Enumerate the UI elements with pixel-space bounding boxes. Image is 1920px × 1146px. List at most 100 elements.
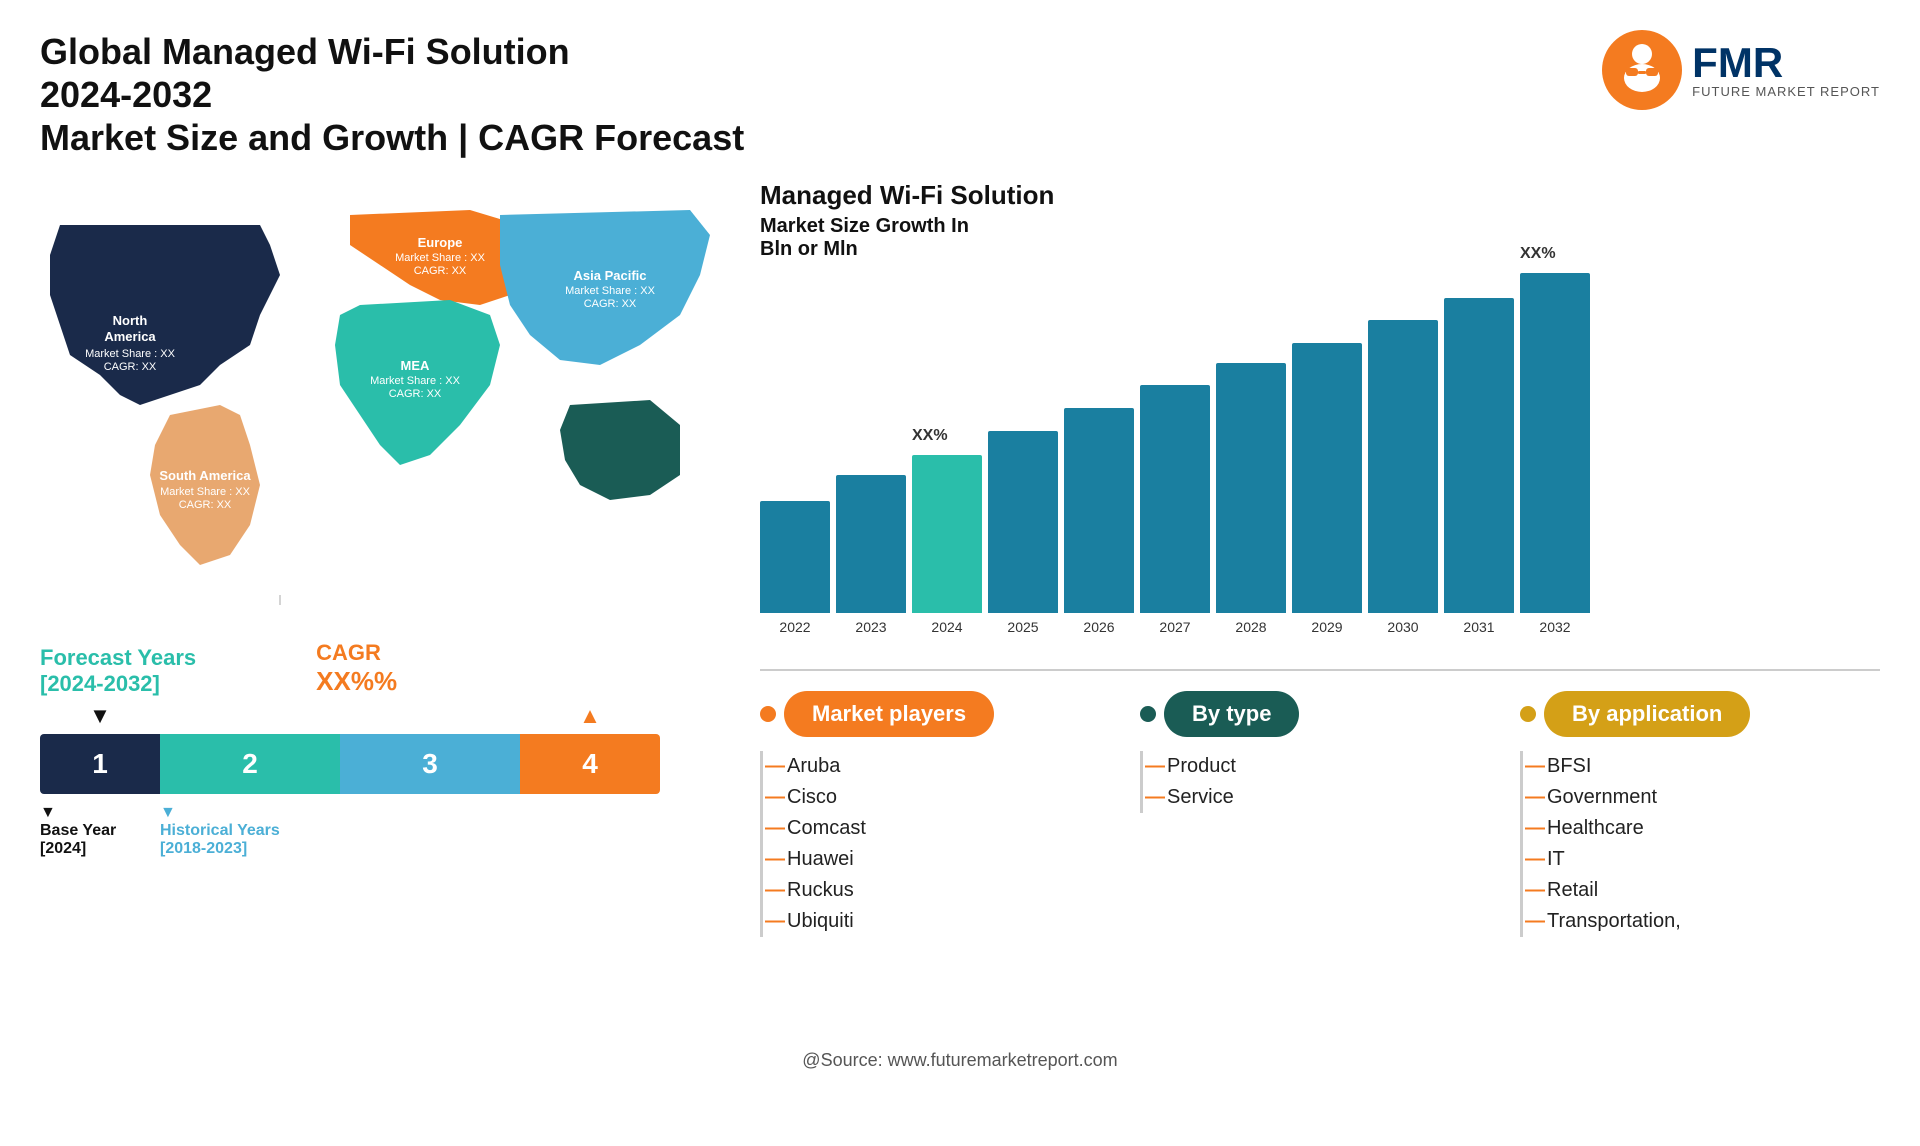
by-application-item: Transportation, [1533,906,1880,937]
bar-column-2031: 2031 [1444,298,1514,639]
forecast-label: Forecast Years [2024-2032] [40,645,196,697]
svg-text:Europe: Europe [418,235,463,250]
bar-column-2022: 2022 [760,501,830,639]
bar-year-2023: 2023 [855,619,886,635]
logo-icon [1602,30,1682,110]
by-application-item: Retail [1533,875,1880,906]
bar-year-2032: 2032 [1539,619,1570,635]
by-type-item: Service [1153,782,1500,813]
bar-year-2022: 2022 [779,619,810,635]
by-application-item: Government [1533,782,1880,813]
bar-rect-2028 [1216,363,1286,613]
bar-year-2027: 2027 [1159,619,1190,635]
bar-rect-2025 [988,431,1058,613]
bar-rect-2031 [1444,298,1514,613]
market-player-item: Ruckus [773,875,1120,906]
bar-column-2027: 2027 [1140,385,1210,639]
left-panel: North America Market Share : XX CAGR: XX… [40,180,720,1030]
market-players-list: ArubaCiscoComcastHuaweiRuckusUbiquiti [760,751,1120,937]
footer: @Source: www.futuremarketreport.com [40,1050,1880,1071]
header: Global Managed Wi-Fi Solution 2024-2032 … [40,30,1880,160]
svg-text:North: North [113,313,148,328]
by-application-list: BFSIGovernmentHealthcareITRetailTranspor… [1520,751,1880,937]
timeline-section: Forecast Years [2024-2032] CAGR XX%% ▼ ▲ [40,630,720,868]
by-application-dot [1520,706,1536,722]
bar-column-2023: 2023 [836,475,906,639]
market-player-item: Huawei [773,844,1120,875]
bar-column-2029: 2029 [1292,343,1362,639]
svg-text:CAGR: XX: CAGR: XX [389,388,442,400]
bar-rect-2032: XX% [1520,273,1590,613]
bar-rect-2023 [836,475,906,613]
bar-year-2026: 2026 [1083,619,1114,635]
chart-area: 2022 2023 XX% 2024 2025 2026 2027 2028 2029 2030 2… [760,271,1880,671]
by-type-list: ProductService [1140,751,1500,813]
by-application-column: By application BFSIGovernmentHealthcareI… [1520,691,1880,937]
main-content: North America Market Share : XX CAGR: XX… [40,180,1880,1030]
segment-2: 2 [160,734,340,794]
bar-rect-2022 [760,501,830,613]
bar-rect-2024: XX% [912,455,982,613]
market-player-item: Cisco [773,782,1120,813]
timeline-bar: 1 2 3 4 [40,734,660,794]
logo-area: FMR FUTURE MARKET REPORT [1602,30,1880,110]
svg-text:Market Share : XX: Market Share : XX [370,375,461,387]
market-players-dot [760,706,776,722]
market-players-badge: Market players [784,691,994,737]
bar-rect-2027 [1140,385,1210,613]
bar-label-2032: XX% [1520,245,1556,263]
svg-text:MEA: MEA [401,358,431,373]
title-block: Global Managed Wi-Fi Solution 2024-2032 … [40,30,744,160]
by-application-item: Healthcare [1533,813,1880,844]
bar-column-2030: 2030 [1368,320,1438,639]
bar-year-2029: 2029 [1311,619,1342,635]
right-panel: Managed Wi-Fi Solution Market Size Growt… [740,180,1880,1030]
by-application-item: IT [1533,844,1880,875]
svg-text:CAGR: XX: CAGR: XX [414,265,467,277]
by-application-badge: By application [1544,691,1750,737]
bar-rect-2030 [1368,320,1438,613]
chart-subtitle: Market Size Growth InBln or Mln [760,215,1880,261]
bar-column-2028: 2028 [1216,363,1286,639]
bar-year-2028: 2028 [1235,619,1266,635]
bar-label-2024: XX% [912,427,948,445]
bar-rect-2026 [1064,408,1134,613]
market-player-item: Comcast [773,813,1120,844]
svg-text:Market Share : XX: Market Share : XX [565,285,656,297]
svg-text:South America: South America [159,468,251,483]
by-type-column: By type ProductService [1140,691,1500,937]
svg-text:CAGR: XX: CAGR: XX [104,361,157,373]
svg-text:CAGR: XX: CAGR: XX [584,298,637,310]
logo-text: FMR FUTURE MARKET REPORT [1692,42,1880,99]
base-year-label: ▼ Base Year [2024] [40,804,160,858]
bar-column-2025: 2025 [988,431,1058,639]
svg-text:America: America [104,329,156,344]
bar-rect-2029 [1292,343,1362,613]
market-players-column: Market players ArubaCiscoComcastHuaweiRu… [760,691,1120,937]
map-container: North America Market Share : XX CAGR: XX… [40,180,720,610]
by-application-item: BFSI [1533,751,1880,782]
bar-column-2032: XX% 2032 [1520,273,1590,639]
market-player-item: Aruba [773,751,1120,782]
segment-1: 1 [40,734,160,794]
by-type-dot [1140,706,1156,722]
svg-text:Asia Pacific: Asia Pacific [574,268,647,283]
market-player-item: Ubiquiti [773,906,1120,937]
cagr-label: CAGR XX%% [316,640,397,697]
bar-year-2031: 2031 [1463,619,1494,635]
bar-column-2024: XX% 2024 [912,455,982,639]
bar-column-2026: 2026 [1064,408,1134,639]
bar-year-2025: 2025 [1007,619,1038,635]
svg-text:CAGR: XX: CAGR: XX [179,499,232,511]
historical-years-label: ▼ Historical Years [2018-2023] [160,804,520,858]
bar-year-2030: 2030 [1387,619,1418,635]
svg-text:Market Share : XX: Market Share : XX [160,486,251,498]
page-title: Global Managed Wi-Fi Solution 2024-2032 … [40,30,744,160]
bar-year-2024: 2024 [931,619,962,635]
by-type-item: Product [1153,751,1500,782]
by-type-badge: By type [1164,691,1299,737]
segment-3: 3 [340,734,520,794]
svg-text:Market Share : XX: Market Share : XX [85,348,176,360]
chart-title: Managed Wi-Fi Solution [760,180,1880,211]
segment-4: 4 [520,734,660,794]
